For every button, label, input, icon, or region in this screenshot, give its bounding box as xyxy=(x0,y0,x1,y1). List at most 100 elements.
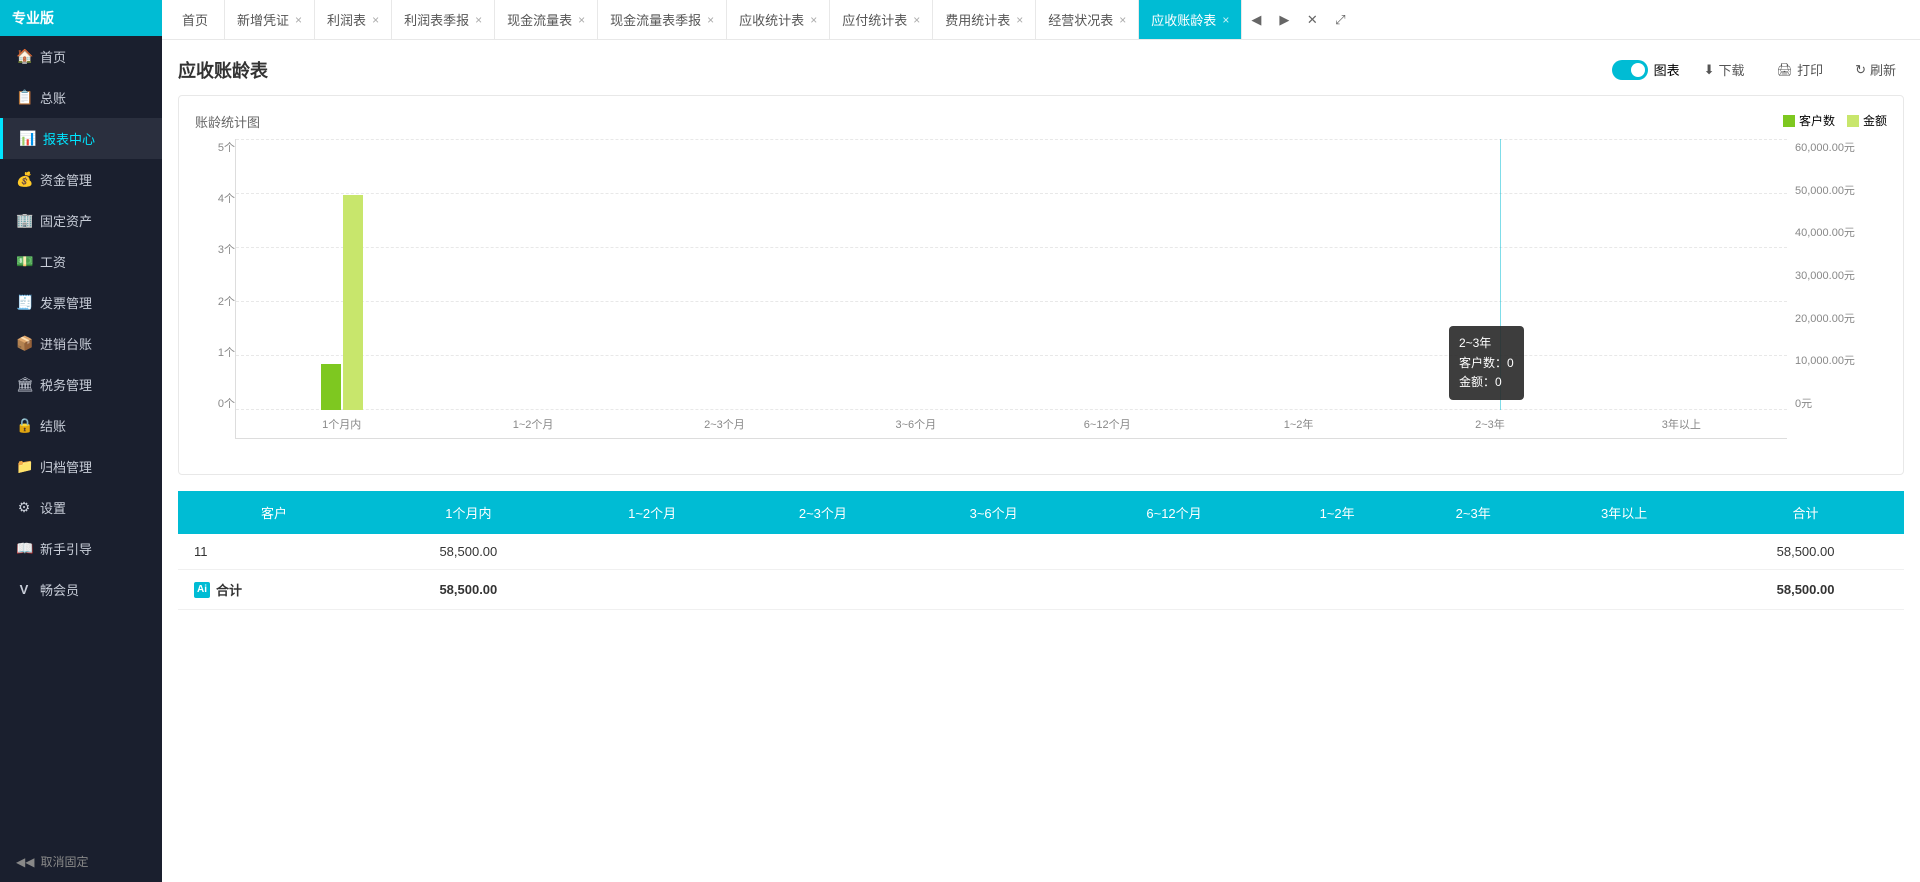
tab-close-cashflow-quarterly[interactable]: × xyxy=(707,13,714,27)
td-m36 xyxy=(908,534,1079,570)
tab-close-business-status[interactable]: × xyxy=(1119,13,1126,27)
unpin-sidebar-button[interactable]: ◀◀ 取消固定 xyxy=(0,841,162,882)
th-customer: 客户 xyxy=(178,491,370,534)
tab-close-cashflow[interactable]: × xyxy=(578,13,585,27)
td-total-m612 xyxy=(1079,570,1269,610)
y-label: 3个 xyxy=(218,241,235,257)
download-button[interactable]: ⬇ 下载 xyxy=(1696,56,1753,83)
tab-close-profit[interactable]: × xyxy=(372,13,379,27)
chevron-left-icon: ◀◀ xyxy=(16,855,34,869)
tab-profit-quarterly[interactable]: 利润表季报 × xyxy=(392,0,495,40)
archive-icon: 📁 xyxy=(16,458,32,475)
sidebar-item-tax-mgmt[interactable]: 🏛 税务管理 xyxy=(0,364,162,405)
y-label: 1个 xyxy=(218,344,235,360)
sidebar-item-fixed-assets[interactable]: 🏢 固定资产 xyxy=(0,200,162,241)
sidebar-item-home[interactable]: 🏠 首页 xyxy=(0,36,162,77)
legend-color-lightgreen xyxy=(1847,115,1859,127)
tab-close-new-voucher[interactable]: × xyxy=(295,13,302,27)
y-right-label: 50,000.00元 xyxy=(1795,182,1855,198)
chart-toggle[interactable] xyxy=(1612,60,1648,80)
tab-close-all[interactable]: ✕ xyxy=(1298,6,1326,34)
tab-close-profit-quarterly[interactable]: × xyxy=(475,13,482,27)
tab-new-voucher[interactable]: 新增凭证 × xyxy=(225,0,315,40)
sidebar-item-settings[interactable]: ⚙ 设置 xyxy=(0,487,162,528)
home-icon: 🏠 xyxy=(16,48,32,65)
th-y23: 2~3年 xyxy=(1405,491,1541,534)
tab-profit[interactable]: 利润表 × xyxy=(315,0,392,40)
tooltip-amount: 金额：0 xyxy=(1459,373,1514,392)
td-customer: 11 xyxy=(178,534,370,570)
legend-customer-count: 客户数 xyxy=(1783,112,1835,129)
tab-ap-stats[interactable]: 应付统计表 × xyxy=(830,0,933,40)
refresh-button[interactable]: ↻ 刷新 xyxy=(1847,56,1904,83)
tab-home[interactable]: 首页 xyxy=(166,0,225,40)
table-header: 客户 1个月内 1~2个月 2~3个月 3~6个月 6~12个月 1~2年 2~… xyxy=(178,491,1904,534)
print-icon: 🖨 xyxy=(1777,62,1794,78)
tab-ar-aging[interactable]: 应收账龄表 × xyxy=(1139,0,1242,40)
tab-ar-stats[interactable]: 应收统计表 × xyxy=(727,0,830,40)
sidebar-item-payroll[interactable]: 💵 工资 xyxy=(0,241,162,282)
table-row: 11 58,500.00 58,500.00 xyxy=(178,534,1904,570)
ledger-icon: 📋 xyxy=(16,89,32,106)
header-actions: 图表 ⬇ 下载 🖨 打印 ↻ 刷新 xyxy=(1612,56,1904,83)
x-label-m36: 3~6个月 xyxy=(886,410,946,438)
sidebar-item-label: 结账 xyxy=(40,416,66,435)
sidebar-item-label: 发票管理 xyxy=(40,293,92,312)
y-right-label: 10,000.00元 xyxy=(1795,352,1855,368)
print-button[interactable]: 🖨 打印 xyxy=(1769,56,1832,83)
sidebar-item-capital-mgmt[interactable]: 💰 资金管理 xyxy=(0,159,162,200)
tab-cashflow[interactable]: 现金流量表 × xyxy=(495,0,598,40)
tab-close-ap-stats[interactable]: × xyxy=(913,13,920,27)
th-m23: 2~3个月 xyxy=(738,491,909,534)
sidebar-item-general-ledger[interactable]: 📋 总账 xyxy=(0,77,162,118)
td-y12 xyxy=(1269,534,1405,570)
chart-container: 账龄统计图 客户数 金额 5个 4个 3个 2个 1个 xyxy=(178,95,1904,475)
chart-area: 5个 4个 3个 2个 1个 0个 xyxy=(195,139,1887,439)
y-right-label: 0元 xyxy=(1795,395,1812,411)
app-logo: 专业版 xyxy=(0,0,162,36)
tab-nav-prev[interactable]: ◀ xyxy=(1242,6,1270,34)
invoice-icon: 🧾 xyxy=(16,294,32,311)
sidebar-item-member[interactable]: V 畅会员 xyxy=(0,569,162,610)
tab-nav-next[interactable]: ▶ xyxy=(1270,6,1298,34)
tab-cashflow-quarterly[interactable]: 现金流量表季报 × xyxy=(598,0,727,40)
th-m12: 1~2个月 xyxy=(567,491,738,534)
tab-bar: 首页 新增凭证 × 利润表 × 利润表季报 × 现金流量表 × 现金流量表季报 … xyxy=(162,0,1920,40)
settings-icon: ⚙ xyxy=(16,499,32,516)
tab-expense-stats[interactable]: 费用统计表 × xyxy=(933,0,1036,40)
sidebar-item-label: 进销台账 xyxy=(40,334,92,353)
x-label-m1: 1个月内 xyxy=(312,410,372,438)
x-label-y23: 2~3年 xyxy=(1460,410,1520,438)
chart-toggle-label: 图表 xyxy=(1654,60,1680,79)
report-icon: 📊 xyxy=(19,130,35,147)
sidebar-item-report-center[interactable]: 📊 报表中心 xyxy=(0,118,162,159)
y-label: 0个 xyxy=(218,395,235,411)
tab-expand[interactable]: ⤢ xyxy=(1326,6,1354,34)
tab-close-ar-stats[interactable]: × xyxy=(810,13,817,27)
sidebar-item-label: 工资 xyxy=(40,252,66,271)
y-right-label: 60,000.00元 xyxy=(1795,139,1855,155)
table-header-row: 客户 1个月内 1~2个月 2~3个月 3~6个月 6~12个月 1~2年 2~… xyxy=(178,491,1904,534)
tab-business-status[interactable]: 经营状况表 × xyxy=(1036,0,1139,40)
sidebar-item-closing[interactable]: 🔒 结账 xyxy=(0,405,162,446)
sidebar-item-label: 报表中心 xyxy=(43,129,95,148)
chart-highlight-line xyxy=(1500,139,1501,410)
chart-inner: 2~3年 客户数：0 金额：0 xyxy=(235,139,1787,439)
td-total-m23 xyxy=(738,570,909,610)
y-axis-left: 5个 4个 3个 2个 1个 0个 xyxy=(195,139,235,439)
tax-icon: 🏛 xyxy=(16,376,32,393)
sidebar-item-sales-ledger[interactable]: 📦 进销台账 xyxy=(0,323,162,364)
tab-close-expense-stats[interactable]: × xyxy=(1016,13,1023,27)
sidebar-item-label: 归档管理 xyxy=(40,457,92,476)
aging-table: 客户 1个月内 1~2个月 2~3个月 3~6个月 6~12个月 1~2年 2~… xyxy=(178,491,1904,610)
td-m12 xyxy=(567,534,738,570)
bar-customer-m1 xyxy=(321,364,341,410)
td-m23 xyxy=(738,534,909,570)
td-total-m12 xyxy=(567,570,738,610)
sidebar-item-new-guide[interactable]: 📖 新手引导 xyxy=(0,528,162,569)
sidebar-item-invoice-mgmt[interactable]: 🧾 发票管理 xyxy=(0,282,162,323)
sidebar-item-archive-mgmt[interactable]: 📁 归档管理 xyxy=(0,446,162,487)
td-total-y23 xyxy=(1405,570,1541,610)
th-total: 合计 xyxy=(1707,491,1904,534)
tab-close-ar-aging[interactable]: × xyxy=(1222,13,1229,27)
